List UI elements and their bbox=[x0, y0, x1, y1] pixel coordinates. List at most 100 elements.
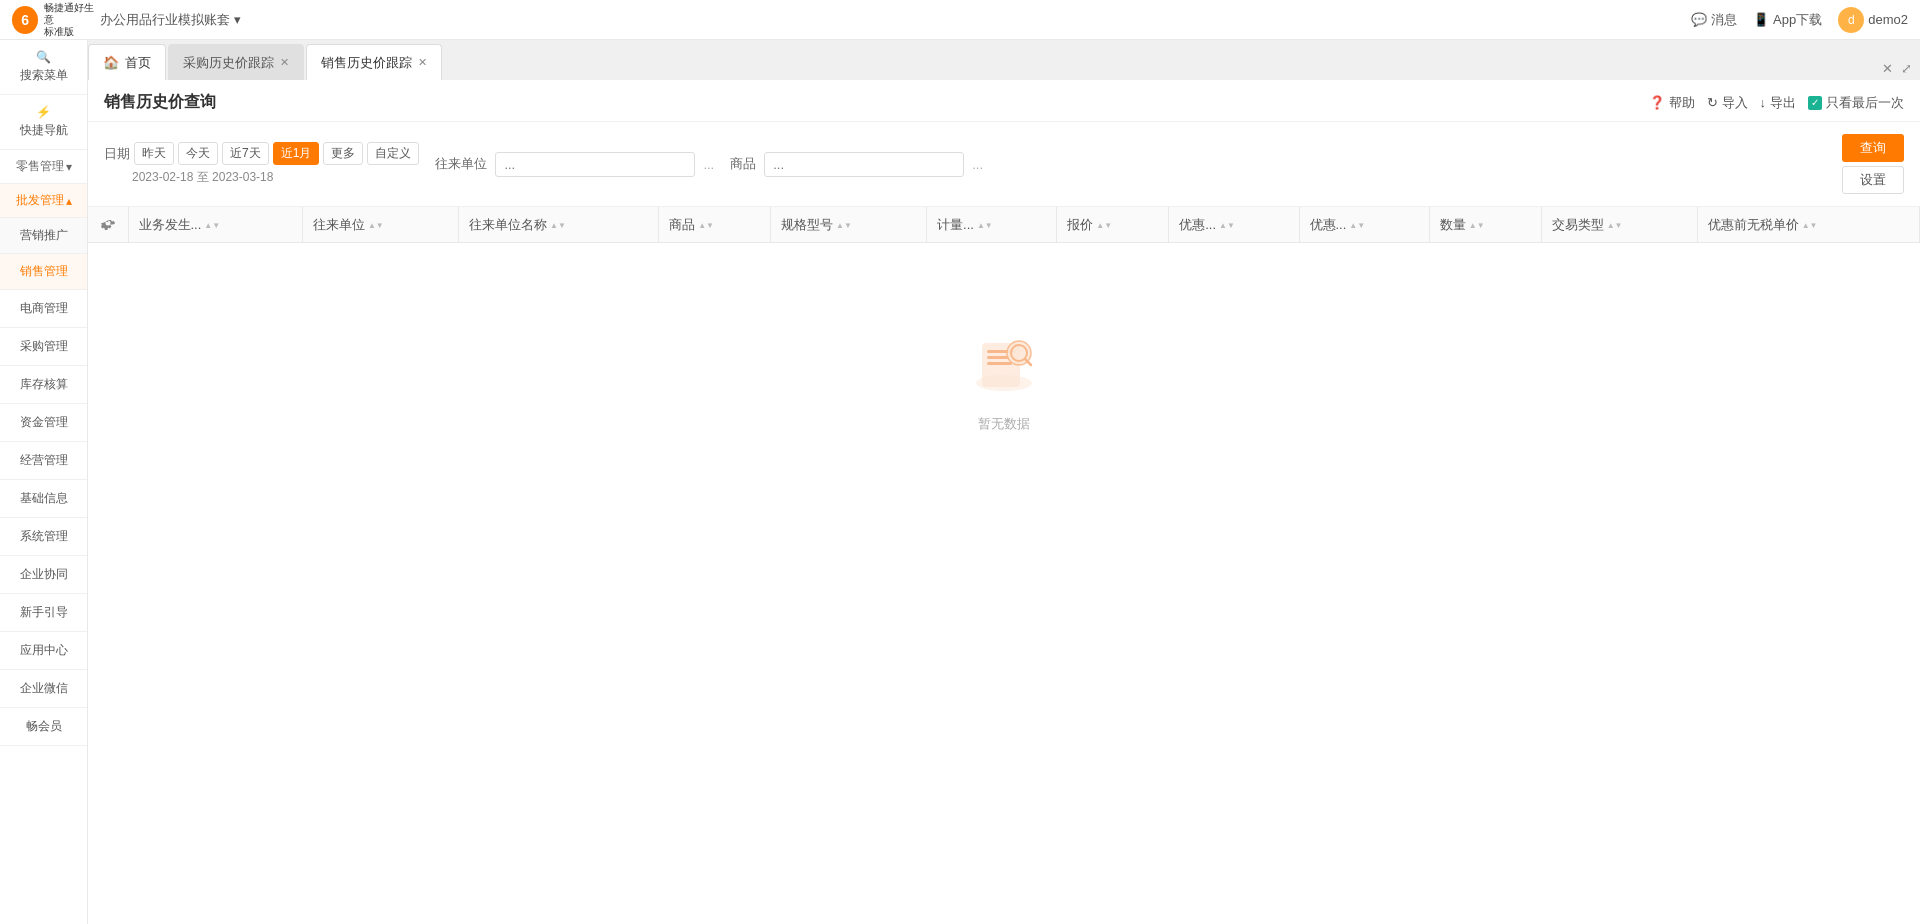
table-col-settings[interactable] bbox=[88, 207, 128, 243]
sidebar-item-operations[interactable]: 经营管理 bbox=[0, 442, 87, 480]
product-filter-row: 商品 ... bbox=[730, 152, 983, 177]
main-layout: 🔍 搜索菜单 ⚡ 快捷导航 零售管理 ▾ 批发管理 ▴ 营销推广 销售管理 电商… bbox=[0, 40, 1920, 924]
message-icon: 💬 bbox=[1691, 12, 1707, 27]
date-btn-custom[interactable]: 自定义 bbox=[367, 142, 419, 165]
chevron-down-icon: ▾ bbox=[234, 12, 241, 27]
sidebar-item-purchase[interactable]: 采购管理 bbox=[0, 328, 87, 366]
date-btn-1month[interactable]: 近1月 bbox=[273, 142, 320, 165]
chevron-down-icon: ▾ bbox=[66, 160, 72, 174]
table-col-unit-calc[interactable]: 计量...▲▼ bbox=[927, 207, 1057, 243]
sort-icon: ▲▼ bbox=[368, 221, 384, 230]
sidebar-item-ecommerce[interactable]: 电商管理 bbox=[0, 290, 87, 328]
product-filter-input[interactable] bbox=[764, 152, 964, 177]
sidebar-item-member[interactable]: 畅会员 bbox=[0, 708, 87, 746]
sidebar-item-guide[interactable]: 新手引导 bbox=[0, 594, 87, 632]
sidebar-item-basic-info[interactable]: 基础信息 bbox=[0, 480, 87, 518]
unit-filter-input[interactable] bbox=[495, 152, 695, 177]
date-btn-7days[interactable]: 近7天 bbox=[222, 142, 269, 165]
logo-text: 畅捷通好生意 标准版 bbox=[44, 2, 100, 38]
sidebar-item-inventory[interactable]: 库存核算 bbox=[0, 366, 87, 404]
date-btn-yesterday[interactable]: 昨天 bbox=[134, 142, 174, 165]
sidebar-item-app-center[interactable]: 应用中心 bbox=[0, 632, 87, 670]
maximize-button[interactable]: ⤢ bbox=[1901, 61, 1912, 76]
empty-state: 暂无数据 bbox=[88, 243, 1920, 513]
phone-icon: 📱 bbox=[1753, 12, 1769, 27]
table-col-pretax-price[interactable]: 优惠前无税单价▲▼ bbox=[1697, 207, 1919, 243]
settings-button[interactable]: 设置 bbox=[1842, 166, 1904, 194]
empty-icon bbox=[964, 323, 1044, 403]
search-icon: 🔍 bbox=[36, 50, 51, 64]
sidebar-item-marketing[interactable]: 营销推广 bbox=[0, 218, 87, 254]
date-buttons: 日期 昨天 今天 近7天 近1月 更多 自定义 bbox=[104, 142, 419, 165]
content-area: 🏠 首页 采购历史价跟踪 ✕ 销售历史价跟踪 ✕ ✕ ⤢ 销售历史价查询 bbox=[88, 40, 1920, 924]
sort-icon: ▲▼ bbox=[1469, 221, 1485, 230]
help-button[interactable]: ❓ 帮助 bbox=[1649, 94, 1695, 112]
close-tab-sales-history[interactable]: ✕ bbox=[418, 56, 427, 69]
view-latest-checkbox[interactable]: ✓ 只看最后一次 bbox=[1808, 94, 1904, 112]
account-dropdown[interactable]: 办公用品行业模拟账套 ▾ bbox=[100, 11, 1691, 29]
logo-icon: 6 bbox=[12, 6, 38, 34]
date-filter-group: 日期 昨天 今天 近7天 近1月 更多 自定义 2023-02-18 至 202… bbox=[104, 142, 419, 186]
sort-icon: ▲▼ bbox=[1802, 221, 1818, 230]
svg-rect-4 bbox=[987, 362, 1012, 365]
sidebar-item-retail-mgmt[interactable]: 零售管理 ▾ bbox=[0, 150, 87, 184]
table-col-biz-date[interactable]: 业务发生...▲▼ bbox=[128, 207, 302, 243]
close-window-button[interactable]: ✕ bbox=[1882, 61, 1893, 76]
unit-filter-dots[interactable]: ... bbox=[703, 157, 714, 172]
page-content: 销售历史价查询 ❓ 帮助 ↻ 导入 ↓ 导出 ✓ bbox=[88, 80, 1920, 924]
table-col-unit-name[interactable]: 往来单位名称▲▼ bbox=[458, 207, 658, 243]
sort-icon: ▲▼ bbox=[977, 221, 993, 230]
sidebar-item-search-menu[interactable]: 🔍 搜索菜单 bbox=[0, 40, 87, 95]
sort-icon: ▲▼ bbox=[550, 221, 566, 230]
close-tab-purchase-history[interactable]: ✕ bbox=[280, 56, 289, 69]
user-menu[interactable]: d demo2 bbox=[1838, 7, 1908, 33]
export-icon: ↓ bbox=[1760, 95, 1767, 110]
table-col-price[interactable]: 报价▲▼ bbox=[1057, 207, 1169, 243]
date-btn-today[interactable]: 今天 bbox=[178, 142, 218, 165]
table-header-row: 业务发生...▲▼ 往来单位▲▼ 往来单位名称▲▼ 商品▲▼ bbox=[88, 207, 1920, 243]
import-button[interactable]: ↻ 导入 bbox=[1707, 94, 1748, 112]
page-header-actions: ❓ 帮助 ↻ 导入 ↓ 导出 ✓ 只看最后一次 bbox=[1649, 94, 1905, 112]
sidebar-item-enterprise-wechat[interactable]: 企业微信 bbox=[0, 670, 87, 708]
topbar-right: 💬 消息 📱 App下载 d demo2 bbox=[1691, 7, 1908, 33]
sidebar-item-quick-nav[interactable]: ⚡ 快捷导航 bbox=[0, 95, 87, 150]
product-filter-dots[interactable]: ... bbox=[972, 157, 983, 172]
sidebar-item-finance[interactable]: 资金管理 bbox=[0, 404, 87, 442]
sort-icon: ▲▼ bbox=[698, 221, 714, 230]
chevron-up-icon: ▴ bbox=[66, 194, 72, 208]
table-col-product[interactable]: 商品▲▼ bbox=[659, 207, 771, 243]
sidebar-item-sales-mgmt[interactable]: 销售管理 bbox=[0, 254, 87, 290]
sort-icon: ▲▼ bbox=[1219, 221, 1235, 230]
table-col-unit-code[interactable]: 往来单位▲▼ bbox=[302, 207, 458, 243]
message-button[interactable]: 💬 消息 bbox=[1691, 11, 1737, 29]
sort-icon: ▲▼ bbox=[204, 221, 220, 230]
app-download-button[interactable]: 📱 App下载 bbox=[1753, 11, 1822, 29]
date-range-text: 2023-02-18 至 2023-03-18 bbox=[132, 169, 419, 186]
sort-icon: ▲▼ bbox=[1096, 221, 1112, 230]
sort-icon: ▲▼ bbox=[1349, 221, 1365, 230]
data-table: 业务发生...▲▼ 往来单位▲▼ 往来单位名称▲▼ 商品▲▼ bbox=[88, 207, 1920, 243]
unit-filter-label: 往来单位 bbox=[435, 155, 487, 173]
export-button[interactable]: ↓ 导出 bbox=[1760, 94, 1797, 112]
svg-rect-3 bbox=[987, 356, 1009, 359]
table-col-discount1[interactable]: 优惠...▲▼ bbox=[1169, 207, 1299, 243]
topbar: 6 畅捷通好生意 标准版 办公用品行业模拟账套 ▾ 💬 消息 📱 App下载 d… bbox=[0, 0, 1920, 40]
tab-home[interactable]: 🏠 首页 bbox=[88, 44, 166, 80]
page-title: 销售历史价查询 bbox=[104, 92, 216, 113]
sidebar-item-system[interactable]: 系统管理 bbox=[0, 518, 87, 556]
import-icon: ↻ bbox=[1707, 95, 1718, 110]
help-icon: ❓ bbox=[1649, 95, 1665, 110]
table-col-discount2[interactable]: 优惠...▲▼ bbox=[1299, 207, 1429, 243]
query-button[interactable]: 查询 bbox=[1842, 134, 1904, 162]
filter-actions: 查询 设置 bbox=[1842, 134, 1904, 194]
sidebar-item-enterprise-agreement[interactable]: 企业协同 bbox=[0, 556, 87, 594]
table-col-quantity[interactable]: 数量▲▼ bbox=[1429, 207, 1541, 243]
table-col-spec[interactable]: 规格型号▲▼ bbox=[771, 207, 927, 243]
page-header: 销售历史价查询 ❓ 帮助 ↻ 导入 ↓ 导出 ✓ bbox=[88, 80, 1920, 122]
table-col-trade-type[interactable]: 交易类型▲▼ bbox=[1541, 207, 1697, 243]
date-btn-more[interactable]: 更多 bbox=[323, 142, 363, 165]
tab-purchase-history[interactable]: 采购历史价跟踪 ✕ bbox=[168, 44, 304, 80]
tab-sales-history[interactable]: 销售历史价跟踪 ✕ bbox=[306, 44, 442, 80]
sidebar-item-wholesale-mgmt[interactable]: 批发管理 ▴ bbox=[0, 184, 87, 218]
empty-text: 暂无数据 bbox=[978, 415, 1030, 433]
